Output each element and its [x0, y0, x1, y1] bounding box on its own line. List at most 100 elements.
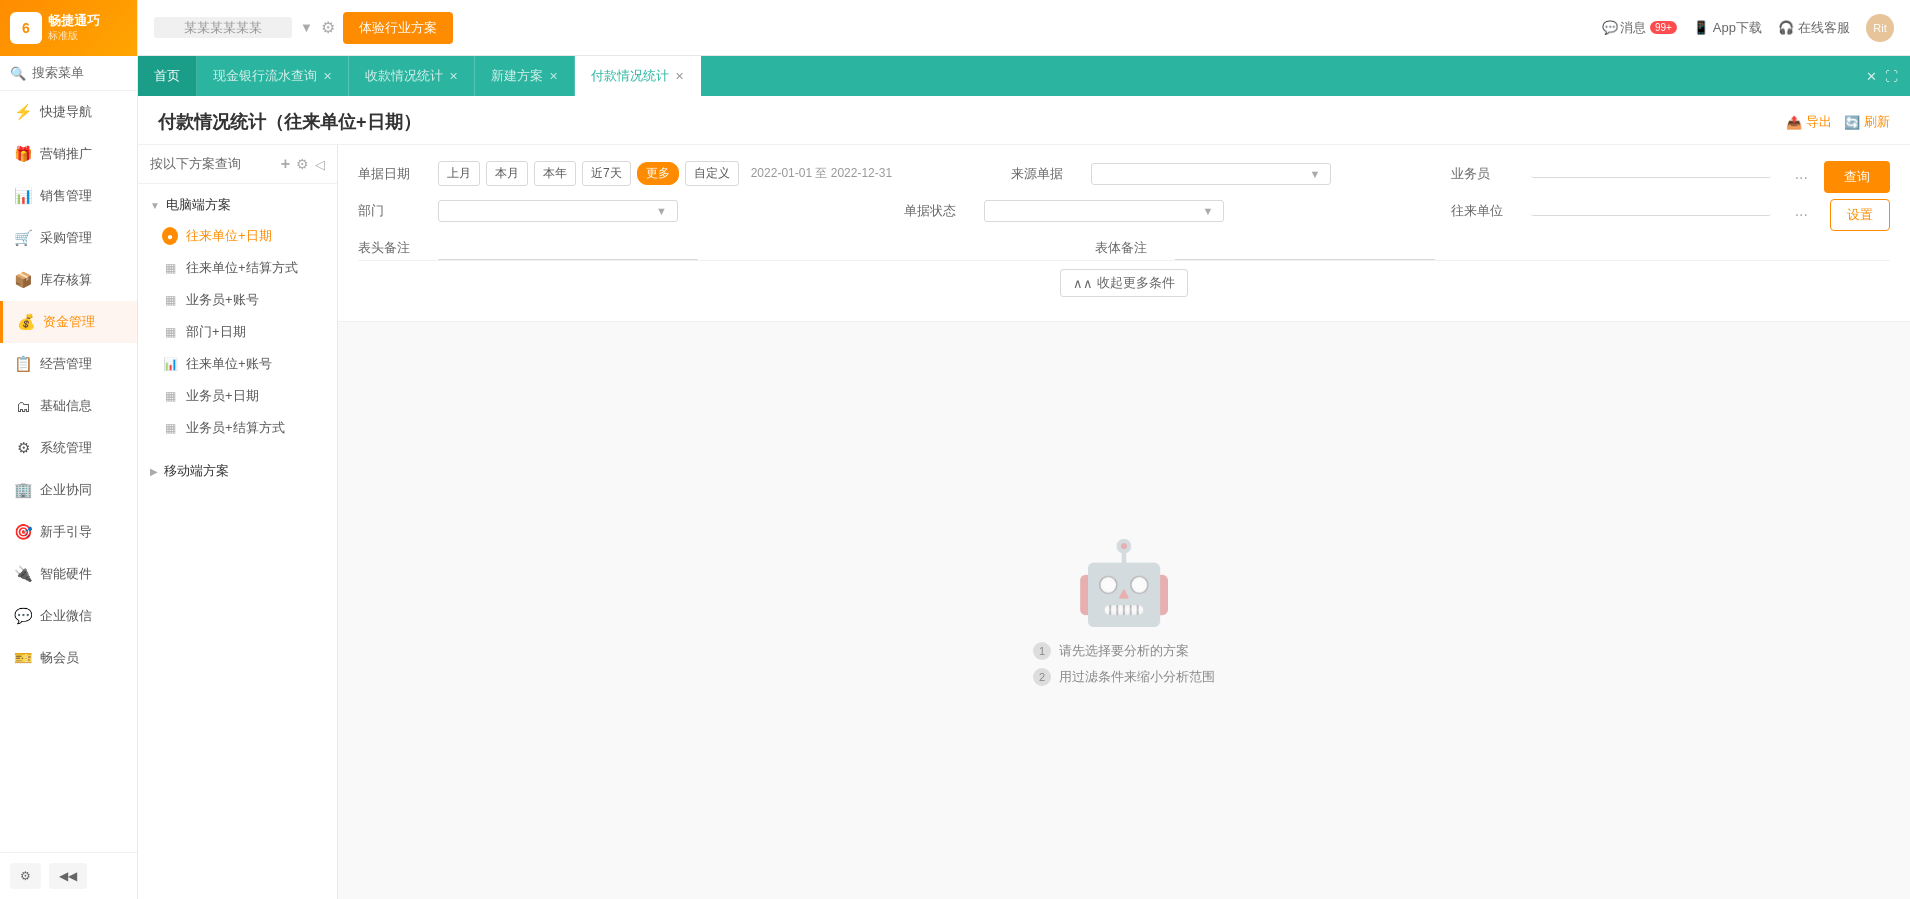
collapse-up-icon: ∧∧ — [1073, 276, 1093, 291]
doc-status-dropdown-icon: ▼ — [1202, 205, 1213, 217]
refresh-icon: 🔄 — [1844, 115, 1860, 130]
nav-label: 库存核算 — [40, 271, 92, 289]
settings-icon[interactable]: ⚙ — [321, 18, 335, 37]
tip-2-num: 2 — [1033, 668, 1051, 686]
salesman-dots[interactable]: ... — [1791, 165, 1812, 183]
scheme-item-partner-date[interactable]: ● 往来单位+日期 — [138, 220, 337, 252]
tab-payment-stats[interactable]: 付款情况统计 ✕ — [575, 56, 701, 96]
sidebar-item-member[interactable]: 🎫 畅会员 — [0, 637, 137, 679]
tab-receipt-stats[interactable]: 收款情况统计 ✕ — [349, 56, 475, 96]
scheme-group-desktop-title[interactable]: ▼ 电脑端方案 — [138, 190, 337, 220]
nav-label: 新手引导 — [40, 523, 92, 541]
group-label: 电脑端方案 — [166, 196, 231, 214]
sidebar-item-inventory[interactable]: 📦 库存核算 — [0, 259, 137, 301]
filter-actions: 查询 设置 — [1824, 161, 1890, 231]
date-btn-last-month[interactable]: 上月 — [438, 161, 480, 186]
date-range: 2022-01-01 至 2022-12-31 — [751, 165, 892, 182]
sidebar-item-system[interactable]: ⚙ 系统管理 — [0, 427, 137, 469]
sidebar-item-finance[interactable]: 💰 资金管理 — [0, 301, 137, 343]
footer-collapse-btn[interactable]: ◀◀ — [49, 863, 87, 889]
filter-row-1: 单据日期 上月 本月 本年 近7天 更多 自定义 2022-01-01 至 20… — [358, 161, 1812, 186]
sidebar-item-basic-info[interactable]: 🗂 基础信息 — [0, 385, 137, 427]
new-scheme-tab-close[interactable]: ✕ — [549, 70, 558, 83]
page-header-actions: 📤 导出 🔄 刷新 — [1786, 113, 1890, 131]
export-btn[interactable]: 📤 导出 — [1786, 113, 1832, 131]
date-btn-this-year[interactable]: 本年 — [534, 161, 576, 186]
scheme-add-icon[interactable]: + — [281, 155, 290, 173]
enterprise-icon: 🏢 — [14, 481, 32, 499]
scheme-settings-icon[interactable]: ⚙ — [296, 156, 309, 172]
sidebar-item-guide[interactable]: 🎯 新手引导 — [0, 511, 137, 553]
search-menu[interactable]: 🔍 搜索菜单 — [0, 56, 137, 91]
doc-status-select[interactable]: ▼ — [984, 200, 1224, 222]
page-header: 付款情况统计（往来单位+日期） 📤 导出 🔄 刷新 — [138, 96, 1910, 145]
workspace-dropdown-icon[interactable]: ▼ — [300, 20, 313, 35]
sidebar-item-sales[interactable]: 📊 销售管理 — [0, 175, 137, 217]
set-btn[interactable]: 设置 — [1830, 199, 1890, 231]
sidebar-item-quick-nav[interactable]: ⚡ 快捷导航 — [0, 91, 137, 133]
receipt-stats-tab-close[interactable]: ✕ — [449, 70, 458, 83]
body-remark-input[interactable] — [1175, 236, 1435, 260]
sidebar-item-marketing[interactable]: 🎁 营销推广 — [0, 133, 137, 175]
filter-fields: 单据日期 上月 本月 本年 近7天 更多 自定义 2022-01-01 至 20… — [358, 161, 1812, 260]
dept-select[interactable]: ▼ — [438, 200, 678, 222]
messages-btn[interactable]: 💬 消息 99+ — [1602, 19, 1677, 37]
tab-maximize-icon[interactable]: ⛶ — [1885, 69, 1898, 84]
filter-date-btns: 上月 本月 本年 近7天 更多 自定义 2022-01-01 至 2022-12… — [438, 161, 892, 186]
query-btn[interactable]: 查询 — [1824, 161, 1890, 193]
sidebar-footer: ⚙ ◀◀ — [0, 852, 137, 899]
avatar[interactable]: Rit — [1866, 14, 1894, 42]
scheme-group-desktop: ▼ 电脑端方案 ● 往来单位+日期 ▦ 往来单位+结算方式 ▦ — [138, 184, 337, 450]
partner-select[interactable] — [1531, 207, 1771, 216]
collapse-btn[interactable]: ∧∧ 收起更多条件 — [1060, 269, 1188, 297]
search-label: 搜索菜单 — [32, 64, 84, 82]
basic-info-icon: 🗂 — [14, 397, 32, 415]
salesman-select[interactable] — [1531, 169, 1771, 178]
sidebar-item-operation[interactable]: 📋 经营管理 — [0, 343, 137, 385]
date-btn-custom[interactable]: 自定义 — [685, 161, 739, 186]
scheme-item-salesman-date[interactable]: ▦ 业务员+日期 — [138, 380, 337, 412]
nav-label: 采购管理 — [40, 229, 92, 247]
trial-btn[interactable]: 体验行业方案 — [343, 12, 453, 44]
nav-label: 经营管理 — [40, 355, 92, 373]
footer-settings-btn[interactable]: ⚙ — [10, 863, 41, 889]
refresh-btn[interactable]: 🔄 刷新 — [1844, 113, 1890, 131]
scheme-item-label: 业务员+日期 — [186, 387, 259, 405]
guide-icon: 🎯 — [14, 523, 32, 541]
date-btn-7-days[interactable]: 近7天 — [582, 161, 631, 186]
sidebar-item-enterprise[interactable]: 🏢 企业协同 — [0, 469, 137, 511]
scheme-item-salesman-account[interactable]: ▦ 业务员+账号 — [138, 284, 337, 316]
scheme-item-partner-account[interactable]: 📊 往来单位+账号 — [138, 348, 337, 380]
filter-row-3: 表头备注 表体备注 — [358, 236, 1812, 260]
scheme-item-salesman-payment[interactable]: ▦ 业务员+结算方式 — [138, 412, 337, 444]
scheme-item-label: 往来单位+日期 — [186, 227, 272, 245]
scheme-item-dept-date[interactable]: ▦ 部门+日期 — [138, 316, 337, 348]
sidebar-item-wechat[interactable]: 💬 企业微信 — [0, 595, 137, 637]
scheme-collapse-icon[interactable]: ◁ — [315, 157, 325, 172]
nav-label: 资金管理 — [43, 313, 95, 331]
main-content: 某某某某某某 ▼ ⚙ 体验行业方案 💬 消息 99+ 📱 App下载 🎧 在线客… — [138, 0, 1910, 899]
date-label: 单据日期 — [358, 165, 418, 183]
bank-flow-tab-label: 现金银行流水查询 — [213, 67, 317, 85]
date-btn-more[interactable]: 更多 — [637, 162, 679, 185]
scheme-item-partner-payment[interactable]: ▦ 往来单位+结算方式 — [138, 252, 337, 284]
scheme-group-mobile-title[interactable]: ▶ 移动端方案 — [138, 456, 337, 486]
empty-robot-icon: 🤖 — [1074, 536, 1174, 630]
tab-bank-flow[interactable]: 现金银行流水查询 ✕ — [197, 56, 349, 96]
partner-dots[interactable]: ... — [1791, 202, 1812, 220]
payment-stats-tab-close[interactable]: ✕ — [675, 70, 684, 83]
tab-home[interactable]: 首页 — [138, 56, 197, 96]
sidebar-item-hardware[interactable]: 🔌 智能硬件 — [0, 553, 137, 595]
tab-close-all-icon[interactable]: ✕ — [1866, 69, 1877, 84]
header-remark-input[interactable] — [438, 236, 698, 260]
empty-state: 🤖 1 请先选择要分析的方案 2 用过滤条件来缩小分析范围 — [338, 322, 1910, 899]
date-btn-this-month[interactable]: 本月 — [486, 161, 528, 186]
sidebar-item-purchase[interactable]: 🛒 采购管理 — [0, 217, 137, 259]
online-service-btn[interactable]: 🎧 在线客服 — [1778, 19, 1850, 37]
source-select[interactable]: ▼ — [1091, 163, 1331, 185]
bank-flow-tab-close[interactable]: ✕ — [323, 70, 332, 83]
tab-new-scheme[interactable]: 新建方案 ✕ — [475, 56, 575, 96]
app-download-btn[interactable]: 📱 App下载 — [1693, 19, 1762, 37]
finance-icon: 💰 — [17, 313, 35, 331]
right-panel: 单据日期 上月 本月 本年 近7天 更多 自定义 2022-01-01 至 20… — [338, 145, 1910, 899]
